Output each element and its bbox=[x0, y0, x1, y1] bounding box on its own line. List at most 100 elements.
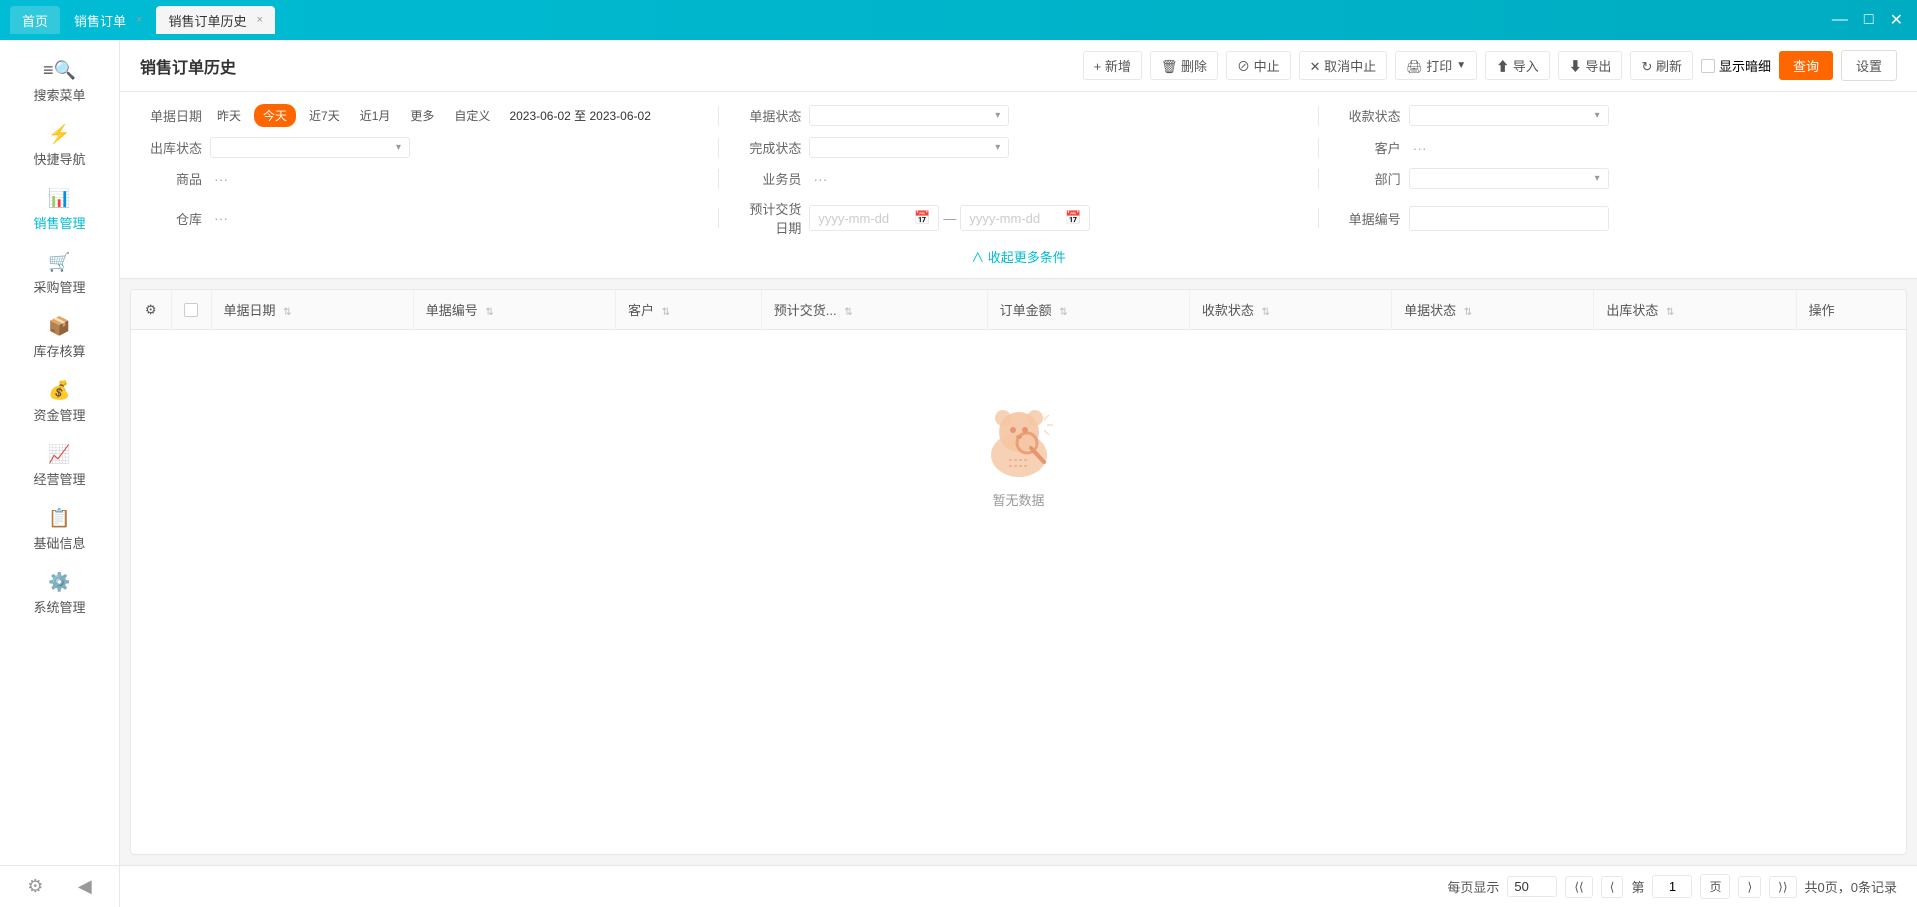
bottom-collapse-icon[interactable]: ◀ bbox=[78, 876, 92, 897]
print-button[interactable]: 🖨 打印 ▼ bbox=[1395, 51, 1477, 80]
th-amount[interactable]: 订单金额 ⇅ bbox=[987, 290, 1189, 330]
complete-status-control: ▾ bbox=[809, 137, 1297, 158]
empty-illustration bbox=[959, 390, 1079, 490]
next-page-button[interactable]: ⟩ bbox=[1738, 876, 1761, 898]
delivery-date-from-cal-icon: 📅 bbox=[914, 210, 930, 226]
th-delivery-date-sort-icon[interactable]: ⇅ bbox=[844, 307, 852, 318]
bottom-settings-icon[interactable]: ⚙ bbox=[27, 876, 43, 897]
table-head: ⚙ 单据日期 ⇅ 单据编号 ⇅ bbox=[131, 290, 1906, 330]
sidebar-item-sales-mgmt[interactable]: 📊 销售管理 bbox=[0, 178, 119, 242]
th-delivery-date[interactable]: 预计交货... ⇅ bbox=[761, 290, 987, 330]
delivery-date-from-input[interactable]: yyyy-mm-dd 📅 bbox=[809, 205, 939, 231]
stock-out-status-label: 出库状态 bbox=[140, 138, 210, 157]
delivery-date-to-cal-icon: 📅 bbox=[1065, 210, 1081, 226]
delivery-date-to-placeholder: yyyy-mm-dd bbox=[969, 211, 1040, 226]
prev-page-button[interactable]: ⟨ bbox=[1601, 876, 1624, 898]
first-page-button[interactable]: ⟨⟨ bbox=[1565, 876, 1592, 898]
display-cols-checkbox[interactable] bbox=[1701, 59, 1715, 73]
empty-text: 暂无数据 bbox=[992, 490, 1044, 509]
finance-icon: 💰 bbox=[48, 380, 70, 401]
order-status-select[interactable]: ▾ bbox=[809, 105, 1009, 126]
sales-order-tab-close[interactable]: × bbox=[136, 14, 142, 26]
th-stock-out-status-sort-icon[interactable]: ⇅ bbox=[1666, 307, 1674, 318]
delivery-date-from-placeholder: yyyy-mm-dd bbox=[818, 211, 889, 226]
th-date[interactable]: 单据日期 ⇅ bbox=[211, 290, 413, 330]
date-btn-last-month[interactable]: 近1月 bbox=[353, 104, 398, 127]
empty-state-row: 暂无数据 bbox=[131, 330, 1906, 570]
settings-button[interactable]: 设置 bbox=[1841, 50, 1897, 81]
th-customer[interactable]: 客户 ⇅ bbox=[616, 290, 762, 330]
th-order-status[interactable]: 单据状态 ⇅ bbox=[1392, 290, 1594, 330]
tab-home[interactable]: 首页 bbox=[10, 6, 60, 34]
th-payment-status-sort-icon[interactable]: ⇅ bbox=[1261, 307, 1269, 318]
sales-order-history-tab-close[interactable]: × bbox=[256, 14, 262, 26]
th-stock-out-status[interactable]: 出库状态 ⇅ bbox=[1594, 290, 1796, 330]
last-page-button[interactable]: ⟩⟩ bbox=[1769, 876, 1796, 898]
payment-status-label: 收款状态 bbox=[1339, 106, 1409, 125]
delete-button[interactable]: 🗑 删除 bbox=[1150, 51, 1218, 80]
order-no-input[interactable] bbox=[1409, 206, 1609, 231]
th-order-no-sort-icon[interactable]: ⇅ bbox=[485, 307, 493, 318]
display-cols-checkbox-wrap[interactable]: 显示暗细 bbox=[1701, 56, 1771, 75]
th-order-no[interactable]: 单据编号 ⇅ bbox=[413, 290, 615, 330]
refresh-button[interactable]: ↻ 刷新 bbox=[1630, 51, 1693, 80]
window-controls: — □ ✕ bbox=[1828, 8, 1907, 32]
th-amount-sort-icon[interactable]: ⇅ bbox=[1059, 307, 1067, 318]
th-customer-label: 客户 bbox=[628, 303, 654, 318]
salesperson-ellipsis[interactable]: ··· bbox=[809, 171, 831, 187]
sidebar-item-finance[interactable]: 💰 资金管理 bbox=[0, 370, 119, 434]
salesperson-control: ··· bbox=[809, 171, 1297, 187]
date-range-display: 2023-06-02 至 2023-06-02 bbox=[509, 107, 650, 124]
customer-ellipsis[interactable]: ··· bbox=[1409, 140, 1431, 156]
cancel-stop-button[interactable]: ✕ 取消中止 bbox=[1299, 51, 1388, 80]
sales-mgmt-icon: 📊 bbox=[48, 188, 70, 209]
new-button[interactable]: + 新增 bbox=[1083, 51, 1142, 80]
sidebar-item-inventory[interactable]: 📦 库存核算 bbox=[0, 306, 119, 370]
th-date-sort-icon[interactable]: ⇅ bbox=[283, 307, 291, 318]
complete-status-select[interactable]: ▾ bbox=[809, 137, 1009, 158]
date-btn-yesterday[interactable]: 昨天 bbox=[210, 104, 248, 127]
warehouse-ellipsis[interactable]: ··· bbox=[210, 210, 232, 226]
department-select[interactable]: ▾ bbox=[1409, 168, 1609, 189]
sidebar-item-quick-nav[interactable]: ⚡ 快捷导航 bbox=[0, 114, 119, 178]
complete-status-arrow-icon: ▾ bbox=[995, 142, 1000, 153]
th-payment-status[interactable]: 收款状态 ⇅ bbox=[1189, 290, 1391, 330]
th-order-status-sort-icon[interactable]: ⇅ bbox=[1464, 307, 1472, 318]
tab-sales-order[interactable]: 销售订单 × bbox=[62, 6, 154, 34]
sidebar-item-purchase-mgmt[interactable]: 🛒 采购管理 bbox=[0, 242, 119, 306]
import-button-label: ⬆ 导入 bbox=[1496, 56, 1539, 75]
export-button[interactable]: ⬇ 导出 bbox=[1558, 51, 1623, 80]
date-btn-last7[interactable]: 近7天 bbox=[302, 104, 347, 127]
th-settings[interactable]: ⚙ bbox=[131, 290, 171, 330]
th-customer-sort-icon[interactable]: ⇅ bbox=[662, 307, 670, 318]
stock-out-status-select[interactable]: ▾ bbox=[210, 137, 410, 158]
stop-button[interactable]: ⊘ 中止 bbox=[1226, 51, 1291, 80]
delete-button-label: 🗑 删除 bbox=[1161, 56, 1207, 75]
order-status-control: ▾ bbox=[809, 105, 1297, 126]
date-btn-more[interactable]: 更多 bbox=[403, 104, 441, 127]
sidebar-item-sys-mgmt[interactable]: ⚙️ 系统管理 bbox=[0, 562, 119, 626]
import-button[interactable]: ⬆ 导入 bbox=[1485, 51, 1550, 80]
header-checkbox[interactable] bbox=[184, 303, 198, 317]
date-btn-today[interactable]: 今天 bbox=[254, 104, 296, 127]
minimize-button[interactable]: — bbox=[1828, 9, 1852, 31]
goods-ellipsis[interactable]: ··· bbox=[210, 171, 232, 187]
delivery-date-to-input[interactable]: yyyy-mm-dd 📅 bbox=[960, 205, 1090, 231]
payment-status-select[interactable]: ▾ bbox=[1409, 105, 1609, 126]
close-button[interactable]: ✕ bbox=[1886, 8, 1907, 32]
date-btn-custom[interactable]: 自定义 bbox=[447, 104, 497, 127]
sidebar-item-basic-info[interactable]: 📋 基础信息 bbox=[0, 498, 119, 562]
sidebar-item-finance-label: 资金管理 bbox=[33, 405, 85, 424]
page-number-input[interactable] bbox=[1652, 875, 1692, 898]
collapse-more-conditions[interactable]: ∧ 收起更多条件 bbox=[140, 247, 1897, 266]
sales-order-history-tab-label: 销售订单历史 bbox=[168, 11, 246, 30]
maximize-button[interactable]: □ bbox=[1860, 9, 1878, 31]
tab-sales-order-history[interactable]: 销售订单历史 × bbox=[156, 6, 274, 34]
sidebar-item-operations[interactable]: 📈 经营管理 bbox=[0, 434, 119, 498]
print-dropdown-icon[interactable]: ▼ bbox=[1456, 60, 1466, 71]
sidebar-item-operations-label: 经营管理 bbox=[33, 469, 85, 488]
sidebar-item-search-menu[interactable]: ≡🔍 搜索菜单 bbox=[0, 50, 119, 114]
stop-button-label: ⊘ 中止 bbox=[1237, 56, 1280, 75]
query-button[interactable]: 查询 bbox=[1779, 51, 1833, 80]
page-size-select[interactable]: 10 20 50 100 bbox=[1507, 876, 1557, 897]
